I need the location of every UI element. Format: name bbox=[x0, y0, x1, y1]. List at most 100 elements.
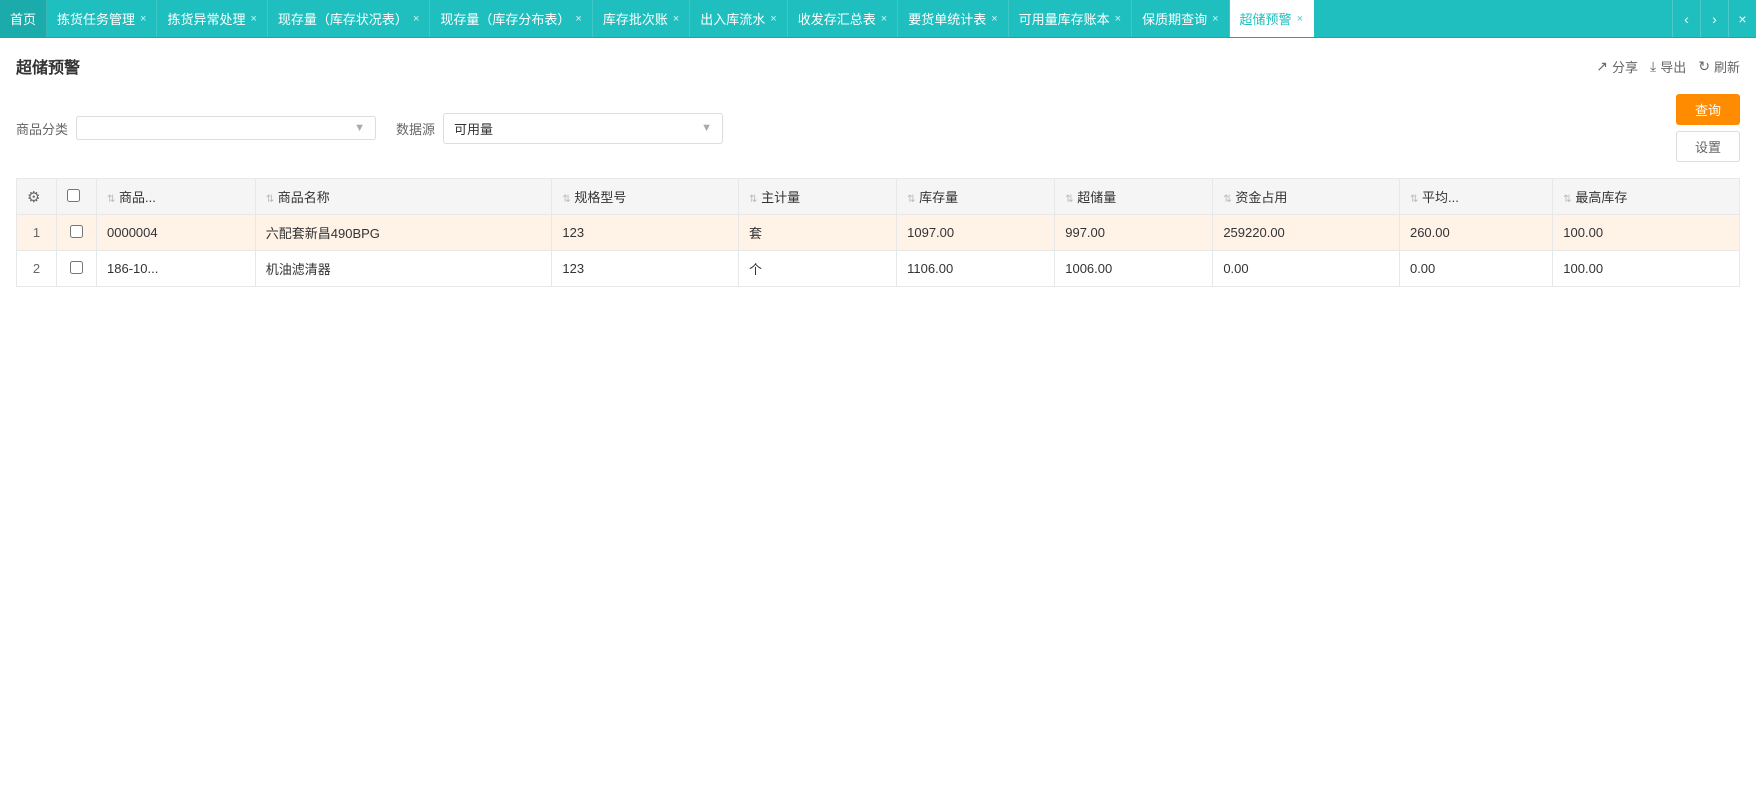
col-overstock[interactable]: ⇅ 超储量 bbox=[1055, 179, 1213, 215]
nav-home-label: 首页 bbox=[10, 9, 36, 28]
col-product-code-label: 商品... bbox=[119, 190, 156, 205]
col-product-name[interactable]: ⇅ 商品名称 bbox=[255, 179, 552, 215]
row-overstock-0: 997.00 bbox=[1055, 215, 1213, 251]
export-label: 导出 bbox=[1660, 57, 1686, 76]
sort-icon-6: ⇅ bbox=[1065, 194, 1073, 205]
row-avg-0: 260.00 bbox=[1399, 215, 1552, 251]
row-capital-0: 259220.00 bbox=[1213, 215, 1400, 251]
row-stock-0: 1097.00 bbox=[897, 215, 1055, 251]
col-stock[interactable]: ⇅ 库存量 bbox=[897, 179, 1055, 215]
nav-abnormal-label: 拣货异常处理 bbox=[167, 9, 245, 28]
nav-quality-check-close[interactable]: × bbox=[1212, 13, 1218, 25]
nav-overstock-warning-close[interactable]: × bbox=[1297, 13, 1303, 25]
nav-task-mgmt-close[interactable]: × bbox=[140, 13, 146, 25]
sort-icon-3: ⇅ bbox=[562, 194, 570, 205]
col-avg-label: 平均... bbox=[1422, 190, 1459, 205]
nav-batch-account[interactable]: 库存批次账 × bbox=[593, 0, 690, 38]
query-button[interactable]: 查询 bbox=[1676, 94, 1740, 125]
page-actions: ↗ 分享 ⤓ 导出 ↻ 刷新 bbox=[1596, 57, 1740, 76]
row-capital-1: 0.00 bbox=[1213, 251, 1400, 287]
nav-inventory-dist-label: 现存量（库存分布表） bbox=[440, 9, 570, 28]
nav-abnormal[interactable]: 拣货异常处理 × bbox=[157, 0, 267, 38]
col-product-name-label: 商品名称 bbox=[278, 190, 330, 205]
nav-arrow-left[interactable]: ‹ bbox=[1672, 0, 1700, 38]
nav-inventory-status-close[interactable]: × bbox=[413, 13, 419, 25]
col-product-code[interactable]: ⇅ 商品... bbox=[97, 179, 256, 215]
chevron-down-icon: ▼ bbox=[354, 122, 365, 134]
nav-collect-send-label: 收发存汇总表 bbox=[798, 9, 876, 28]
filter-datasource-label: 数据源 bbox=[396, 119, 435, 138]
page-header: 超储预警 ↗ 分享 ⤓ 导出 ↻ 刷新 bbox=[16, 54, 1740, 78]
share-button[interactable]: ↗ 分享 bbox=[1596, 57, 1638, 76]
col-checkbox bbox=[57, 179, 97, 215]
nav-order-stats-label: 要货单统计表 bbox=[908, 9, 986, 28]
nav-inventory-dist-close[interactable]: × bbox=[575, 13, 581, 25]
export-icon: ⤓ bbox=[1650, 58, 1656, 75]
nav-batch-account-close[interactable]: × bbox=[673, 13, 679, 25]
nav-collect-send[interactable]: 收发存汇总表 × bbox=[788, 0, 898, 38]
nav-in-out-flow-close[interactable]: × bbox=[770, 13, 776, 25]
nav-home[interactable]: 首页 bbox=[0, 0, 47, 38]
row-number-1: 2 bbox=[17, 251, 57, 287]
nav-order-stats-close[interactable]: × bbox=[991, 13, 997, 25]
nav-inventory-dist[interactable]: 现存量（库存分布表） × bbox=[430, 0, 592, 38]
table-header-row: ⚙ ⇅ 商品... ⇅ 商品名称 ⇅ 规格型号 ⇅ bbox=[17, 179, 1740, 215]
sort-icon-2: ⇅ bbox=[266, 194, 274, 205]
col-spec[interactable]: ⇅ 规格型号 bbox=[552, 179, 739, 215]
row-unit-0: 套 bbox=[739, 215, 897, 251]
row-product-name-0: 六配套新昌490BPG bbox=[255, 215, 552, 251]
filter-datasource-group: 数据源 可用量 ▼ bbox=[396, 113, 723, 144]
filter-datasource-value: 可用量 bbox=[454, 119, 493, 138]
nav-order-stats[interactable]: 要货单统计表 × bbox=[898, 0, 1008, 38]
filter-action-buttons: 查询 设置 bbox=[1676, 94, 1740, 162]
refresh-button[interactable]: ↻ 刷新 bbox=[1698, 57, 1740, 76]
nav-task-mgmt-label: 拣货任务管理 bbox=[57, 9, 135, 28]
col-capital-label: 资金占用 bbox=[1235, 190, 1287, 205]
nav-quality-check[interactable]: 保质期查询 × bbox=[1132, 0, 1229, 38]
filter-category-select[interactable]: ▼ bbox=[76, 116, 376, 140]
nav-batch-account-label: 库存批次账 bbox=[603, 9, 668, 28]
nav-usable-account-close[interactable]: × bbox=[1115, 13, 1121, 25]
nav-arrow-right[interactable]: › bbox=[1700, 0, 1728, 38]
sort-icon-7: ⇅ bbox=[1223, 194, 1231, 205]
row-unit-1: 个 bbox=[739, 251, 897, 287]
row-stock-1: 1106.00 bbox=[897, 251, 1055, 287]
nav-usable-account-label: 可用量库存账本 bbox=[1019, 9, 1110, 28]
filter-datasource-select[interactable]: 可用量 ▼ bbox=[443, 113, 723, 144]
share-label: 分享 bbox=[1612, 57, 1638, 76]
row-spec-1: 123 bbox=[552, 251, 739, 287]
sort-icon-5: ⇅ bbox=[907, 194, 915, 205]
nav-usable-account[interactable]: 可用量库存账本 × bbox=[1009, 0, 1132, 38]
row-number-0: 1 bbox=[17, 215, 57, 251]
row-checkbox-1[interactable] bbox=[70, 261, 83, 274]
nav-in-out-flow-label: 出入库流水 bbox=[700, 9, 765, 28]
nav-inventory-status[interactable]: 现存量（库存状况表） × bbox=[268, 0, 430, 38]
nav-in-out-flow[interactable]: 出入库流水 × bbox=[690, 0, 787, 38]
col-gear: ⚙ bbox=[17, 179, 57, 215]
nav-task-mgmt[interactable]: 拣货任务管理 × bbox=[47, 0, 157, 38]
export-button[interactable]: ⤓ 导出 bbox=[1650, 57, 1686, 76]
nav-abnormal-close[interactable]: × bbox=[250, 13, 256, 25]
col-unit-label: 主计量 bbox=[761, 190, 800, 205]
col-avg[interactable]: ⇅ 平均... bbox=[1399, 179, 1552, 215]
select-all-checkbox[interactable] bbox=[67, 189, 80, 202]
table-row: 2 186-10... 机油滤清器 123 个 1106.00 1006.00 … bbox=[17, 251, 1740, 287]
col-unit[interactable]: ⇅ 主计量 bbox=[739, 179, 897, 215]
table-row: 1 0000004 六配套新昌490BPG 123 套 1097.00 997.… bbox=[17, 215, 1740, 251]
row-checkbox-0[interactable] bbox=[70, 225, 83, 238]
settings-button[interactable]: 设置 bbox=[1676, 131, 1740, 162]
top-nav: 首页 拣货任务管理 × 拣货异常处理 × 现存量（库存状况表） × 现存量（库存… bbox=[0, 0, 1756, 38]
col-capital[interactable]: ⇅ 资金占用 bbox=[1213, 179, 1400, 215]
nav-collect-send-close[interactable]: × bbox=[881, 13, 887, 25]
col-overstock-label: 超储量 bbox=[1077, 190, 1116, 205]
refresh-label: 刷新 bbox=[1714, 57, 1740, 76]
nav-overstock-warning-label: 超储预警 bbox=[1240, 9, 1292, 28]
col-max-stock-label: 最高库存 bbox=[1575, 190, 1627, 205]
gear-icon[interactable]: ⚙ bbox=[27, 189, 40, 206]
row-spec-0: 123 bbox=[552, 215, 739, 251]
col-max-stock[interactable]: ⇅ 最高库存 bbox=[1553, 179, 1740, 215]
filter-category-group: 商品分类 ▼ bbox=[16, 116, 376, 140]
page-content: 超储预警 ↗ 分享 ⤓ 导出 ↻ 刷新 商品分类 ▼ 数据源 bbox=[0, 38, 1756, 800]
nav-overstock-warning[interactable]: 超储预警 × bbox=[1230, 0, 1314, 38]
nav-arrow-close-all[interactable]: × bbox=[1728, 0, 1756, 38]
